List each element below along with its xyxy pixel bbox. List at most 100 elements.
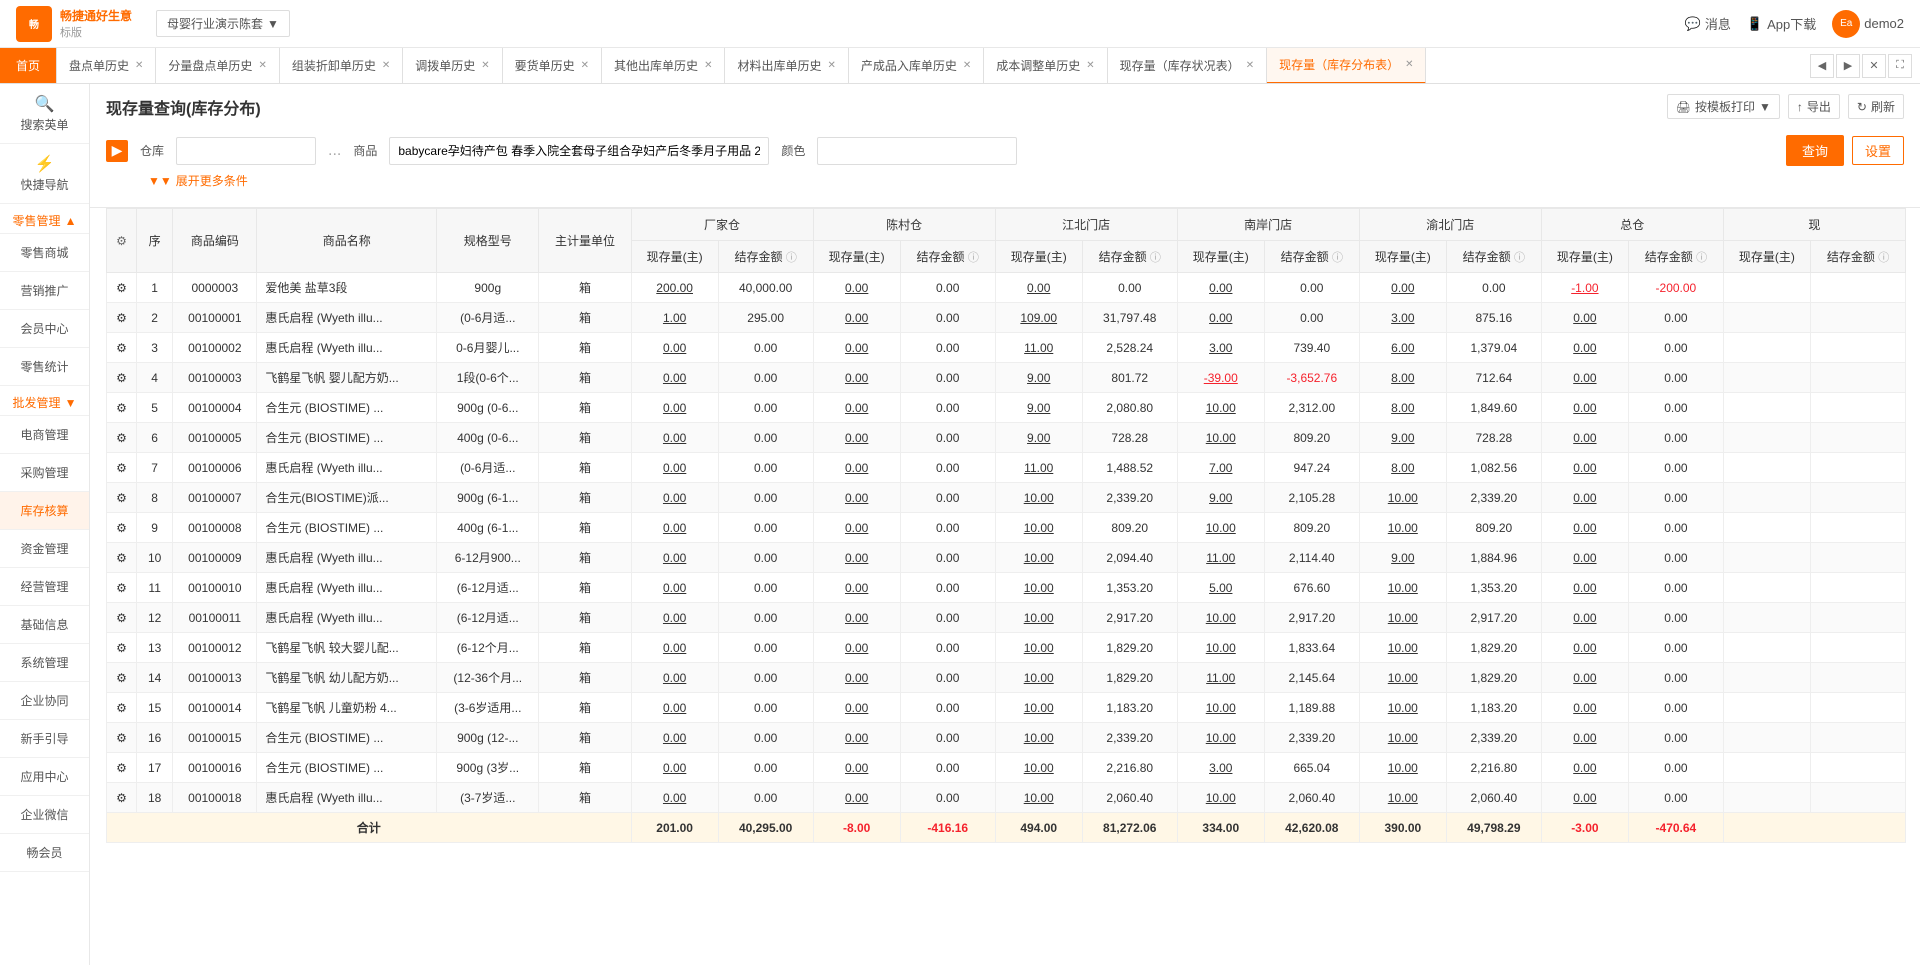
row-yubeimen-stock[interactable]: 10.00 — [1359, 723, 1446, 753]
close-icon[interactable]: ✕ — [481, 60, 489, 71]
row-jiangbei-stock[interactable]: 10.00 — [995, 693, 1082, 723]
row-yubeimen-stock[interactable]: 6.00 — [1359, 333, 1446, 363]
tab-stocktake[interactable]: 盘点单历史 ✕ — [57, 48, 156, 84]
row-gear[interactable]: ⚙ — [107, 543, 137, 573]
tab-close-btn[interactable]: ✕ — [1862, 54, 1886, 78]
row-factory-stock[interactable]: 1.00 — [631, 303, 718, 333]
close-icon[interactable]: ✕ — [135, 60, 143, 71]
row-gear[interactable]: ⚙ — [107, 453, 137, 483]
tab-product-in[interactable]: 产成品入库单历史 ✕ — [849, 48, 984, 84]
row-gear[interactable]: ⚙ — [107, 483, 137, 513]
row-jiangbei-stock[interactable]: 11.00 — [995, 453, 1082, 483]
row-factory-stock[interactable]: 0.00 — [631, 453, 718, 483]
row-chenlu-stock[interactable]: 0.00 — [813, 423, 900, 453]
row-gear[interactable]: ⚙ — [107, 423, 137, 453]
tab-stock-status[interactable]: 现存量（库存状况表） ✕ — [1108, 48, 1267, 84]
row-total-stock[interactable]: 0.00 — [1541, 723, 1628, 753]
row-yubeimen-stock[interactable]: 10.00 — [1359, 603, 1446, 633]
row-chenlu-stock[interactable]: 0.00 — [813, 573, 900, 603]
row-jiangbei-stock[interactable]: 10.00 — [995, 753, 1082, 783]
sidebar-item-wechat[interactable]: 企业微信 — [0, 796, 89, 834]
row-total-stock[interactable]: 0.00 — [1541, 483, 1628, 513]
row-nanan-stock[interactable]: 5.00 — [1177, 573, 1264, 603]
user-avatar-area[interactable]: Ea demo2 — [1832, 10, 1904, 38]
close-icon[interactable]: ✕ — [1405, 59, 1413, 70]
row-factory-stock[interactable]: 0.00 — [631, 753, 718, 783]
gear-icon[interactable]: ⚙ — [116, 234, 127, 248]
row-nanan-stock[interactable]: 10.00 — [1177, 693, 1264, 723]
row-total-stock[interactable]: 0.00 — [1541, 543, 1628, 573]
row-factory-stock[interactable]: 0.00 — [631, 513, 718, 543]
row-total-stock[interactable]: 0.00 — [1541, 333, 1628, 363]
row-factory-stock[interactable]: 0.00 — [631, 603, 718, 633]
sidebar-item-purchase[interactable]: 采购管理 — [0, 454, 89, 492]
row-factory-stock[interactable]: 0.00 — [631, 423, 718, 453]
sidebar-item-retail-stats[interactable]: 零售统计 — [0, 348, 89, 386]
row-yubeimen-stock[interactable]: 0.00 — [1359, 273, 1446, 303]
row-gear[interactable]: ⚙ — [107, 693, 137, 723]
row-total-stock[interactable]: 0.00 — [1541, 393, 1628, 423]
row-gear[interactable]: ⚙ — [107, 753, 137, 783]
row-chenlu-stock[interactable]: 0.00 — [813, 483, 900, 513]
sidebar-item-retail-store[interactable]: 零售商城 — [0, 234, 89, 272]
warehouse-ellipsis[interactable]: ... — [328, 142, 341, 160]
row-chenlu-stock[interactable]: 0.00 — [813, 723, 900, 753]
row-jiangbei-stock[interactable]: 9.00 — [995, 423, 1082, 453]
row-total-stock[interactable]: 0.00 — [1541, 753, 1628, 783]
close-icon[interactable]: ✕ — [963, 60, 971, 71]
row-factory-stock[interactable]: 0.00 — [631, 333, 718, 363]
sidebar-item-search[interactable]: 🔍 搜索英单 — [0, 84, 89, 144]
row-nanan-stock[interactable]: 11.00 — [1177, 663, 1264, 693]
row-factory-stock[interactable]: 200.00 — [631, 273, 718, 303]
row-nanan-stock[interactable]: 0.00 — [1177, 273, 1264, 303]
sidebar-item-operations[interactable]: 经营管理 — [0, 568, 89, 606]
row-factory-stock[interactable]: 0.00 — [631, 393, 718, 423]
close-icon[interactable]: ✕ — [581, 60, 589, 71]
row-total-stock[interactable]: 0.00 — [1541, 633, 1628, 663]
row-nanan-stock[interactable]: -39.00 — [1177, 363, 1264, 393]
row-jiangbei-stock[interactable]: 109.00 — [995, 303, 1082, 333]
row-nanan-stock[interactable]: 10.00 — [1177, 603, 1264, 633]
row-factory-stock[interactable]: 0.00 — [631, 693, 718, 723]
row-chenlu-stock[interactable]: 0.00 — [813, 783, 900, 813]
sidebar-item-enterprise[interactable]: 企业协同 — [0, 682, 89, 720]
settings-button[interactable]: 设置 — [1852, 136, 1904, 165]
row-yubeimen-stock[interactable]: 10.00 — [1359, 753, 1446, 783]
row-yubeimen-stock[interactable]: 10.00 — [1359, 573, 1446, 603]
row-gear[interactable]: ⚙ — [107, 573, 137, 603]
row-chenlu-stock[interactable]: 0.00 — [813, 393, 900, 423]
row-gear[interactable]: ⚙ — [107, 363, 137, 393]
row-chenlu-stock[interactable]: 0.00 — [813, 753, 900, 783]
tab-prev-btn[interactable]: ◀ — [1810, 54, 1834, 78]
row-factory-stock[interactable]: 0.00 — [631, 723, 718, 753]
goods-input[interactable] — [389, 137, 769, 165]
row-chenlu-stock[interactable]: 0.00 — [813, 303, 900, 333]
sidebar-item-wholesale[interactable]: 批发管理 ▼ — [0, 386, 89, 416]
row-factory-stock[interactable]: 0.00 — [631, 363, 718, 393]
row-chenlu-stock[interactable]: 0.00 — [813, 273, 900, 303]
close-icon[interactable]: ✕ — [382, 60, 390, 71]
tab-cost-adjust[interactable]: 成本调整单历史 ✕ — [984, 48, 1107, 84]
row-jiangbei-stock[interactable]: 11.00 — [995, 333, 1082, 363]
row-total-stock[interactable]: 0.00 — [1541, 573, 1628, 603]
row-nanan-stock[interactable]: 11.00 — [1177, 543, 1264, 573]
row-jiangbei-stock[interactable]: 10.00 — [995, 543, 1082, 573]
tab-assembly[interactable]: 组装折卸单历史 ✕ — [280, 48, 403, 84]
row-nanan-stock[interactable]: 0.00 — [1177, 303, 1264, 333]
row-yubeimen-stock[interactable]: 10.00 — [1359, 483, 1446, 513]
row-yubeimen-stock[interactable]: 9.00 — [1359, 423, 1446, 453]
row-nanan-stock[interactable]: 10.00 — [1177, 393, 1264, 423]
row-yubeimen-stock[interactable]: 10.00 — [1359, 663, 1446, 693]
row-yubeimen-stock[interactable]: 9.00 — [1359, 543, 1446, 573]
close-icon[interactable]: ✕ — [704, 60, 712, 71]
row-nanan-stock[interactable]: 3.00 — [1177, 333, 1264, 363]
row-gear[interactable]: ⚙ — [107, 333, 137, 363]
row-yubeimen-stock[interactable]: 10.00 — [1359, 513, 1446, 543]
top-menu-selector[interactable]: 母婴行业演示陈套 ▼ — [156, 10, 290, 37]
row-jiangbei-stock[interactable]: 10.00 — [995, 663, 1082, 693]
row-gear[interactable]: ⚙ — [107, 633, 137, 663]
row-total-stock[interactable]: 0.00 — [1541, 693, 1628, 723]
close-icon[interactable]: ✕ — [1246, 60, 1254, 71]
row-nanan-stock[interactable]: 10.00 — [1177, 423, 1264, 453]
row-total-stock[interactable]: 0.00 — [1541, 663, 1628, 693]
